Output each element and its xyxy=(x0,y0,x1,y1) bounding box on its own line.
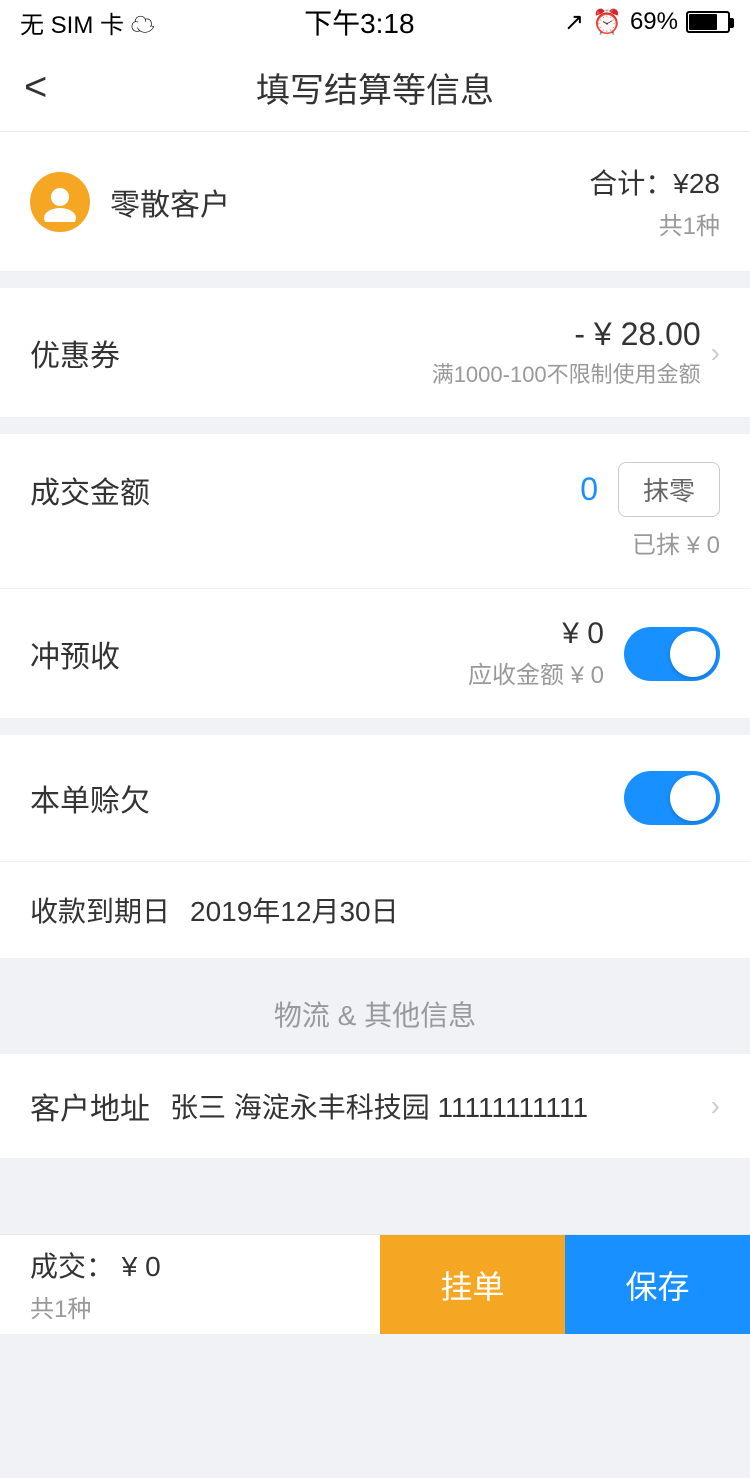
prepay-row: 冲预收 ¥ 0 应收金额 ¥ 0 xyxy=(0,589,750,719)
divider-2 xyxy=(0,418,750,434)
bottom-bar: 成交： ¥ 0 共1种 挂单 保存 xyxy=(0,1234,750,1334)
address-row[interactable]: 客户地址 张三 海淀永丰科技园 11111111111 › xyxy=(0,1054,750,1158)
bottom-transaction-value: 成交： ¥ 0 xyxy=(30,1245,350,1285)
back-button[interactable]: < xyxy=(24,65,47,110)
alarm-icon: ⏰ xyxy=(592,8,622,37)
coupon-section: 优惠券 - ¥ 28.00 满1000-100不限制使用金额 › xyxy=(0,288,750,418)
bottom-count: 共1种 xyxy=(30,1289,350,1324)
save-button[interactable]: 保存 xyxy=(565,1235,750,1334)
divider-4 xyxy=(0,958,750,974)
customer-avatar xyxy=(30,172,90,232)
due-date-row: 收款到期日 2019年12月30日 xyxy=(0,861,750,958)
prepay-info: ¥ 0 应收金额 ¥ 0 xyxy=(468,617,604,690)
prepay-receivable: 应收金额 ¥ 0 xyxy=(468,655,604,690)
prepay-right: ¥ 0 应收金额 ¥ 0 xyxy=(468,617,720,690)
status-bar: 无 SIM 卡 ☁ 下午3:18 ↗ ⏰ 69% xyxy=(0,0,750,44)
status-time: 下午3:18 xyxy=(304,2,415,42)
amount-row: 成交金额 0 抹零 已抹 ¥ 0 xyxy=(0,434,750,589)
customer-section: 零散客户 合计：¥28 共1种 xyxy=(0,132,750,272)
address-value: 张三 海淀永丰科技园 11111111111 xyxy=(170,1086,711,1126)
debit-toggle[interactable] xyxy=(624,771,720,825)
page-title: 填写结算等信息 xyxy=(256,63,494,112)
customer-total: 合计：¥28 xyxy=(589,162,720,202)
hold-button[interactable]: 挂单 xyxy=(380,1235,565,1334)
coupon-discount: - ¥ 28.00 xyxy=(432,316,701,353)
divider-3 xyxy=(0,719,750,735)
transaction-section: 成交金额 0 抹零 已抹 ¥ 0 冲预收 ¥ 0 应收金额 ¥ 0 xyxy=(0,434,750,719)
battery-icon xyxy=(686,11,730,33)
logistics-title: 物流 & 其他信息 xyxy=(274,994,476,1034)
customer-total-section: 合计：¥28 共1种 xyxy=(589,162,720,241)
due-date-label: 收款到期日 xyxy=(30,890,170,930)
bottom-summary: 成交： ¥ 0 共1种 xyxy=(0,1245,380,1324)
customer-info: 零散客户 xyxy=(30,172,230,232)
logistics-section: 物流 & 其他信息 xyxy=(0,974,750,1054)
debit-row: 本单赊欠 xyxy=(0,735,750,861)
status-right: ↗ ⏰ 69% xyxy=(564,8,730,37)
amount-row-top: 成交金额 0 抹零 xyxy=(30,462,720,517)
address-label: 客户地址 xyxy=(30,1084,150,1128)
coupon-description: 满1000-100不限制使用金额 xyxy=(432,357,701,389)
round-button[interactable]: 抹零 xyxy=(618,462,720,517)
address-chevron-icon: › xyxy=(711,1090,720,1122)
debit-section: 本单赊欠 收款到期日 2019年12月30日 xyxy=(0,735,750,958)
amount-sub-text: 已抹 ¥ 0 xyxy=(30,525,720,560)
coupon-right: - ¥ 28.00 满1000-100不限制使用金额 › xyxy=(432,316,720,389)
amount-value: 0 xyxy=(580,471,598,508)
status-left: 无 SIM 卡 ☁ xyxy=(20,5,155,40)
prepay-amount: ¥ 0 xyxy=(468,617,604,651)
debit-label: 本单赊欠 xyxy=(30,776,150,820)
prepay-toggle[interactable] xyxy=(624,627,720,681)
sim-text: 无 SIM 卡 ☁ xyxy=(20,5,155,40)
battery-percent: 69% xyxy=(630,8,678,36)
nav-bar: < 填写结算等信息 xyxy=(0,44,750,132)
prepay-label: 冲预收 xyxy=(30,632,120,676)
coupon-info: - ¥ 28.00 满1000-100不限制使用金额 xyxy=(432,316,701,389)
location-icon: ↗ xyxy=(564,8,584,37)
divider-1 xyxy=(0,272,750,288)
coupon-row[interactable]: 优惠券 - ¥ 28.00 满1000-100不限制使用金额 › xyxy=(0,288,750,418)
customer-name: 零散客户 xyxy=(110,180,230,224)
amount-label: 成交金额 xyxy=(30,468,150,512)
bottom-summary-label: 成交： xyxy=(30,1251,114,1282)
bottom-summary-value: ¥ 0 xyxy=(122,1251,161,1282)
coupon-chevron-icon: › xyxy=(711,337,720,369)
coupon-label: 优惠券 xyxy=(30,331,120,375)
customer-count: 共1种 xyxy=(589,206,720,241)
amount-right: 0 抹零 xyxy=(580,462,720,517)
due-date-value: 2019年12月30日 xyxy=(190,890,399,930)
